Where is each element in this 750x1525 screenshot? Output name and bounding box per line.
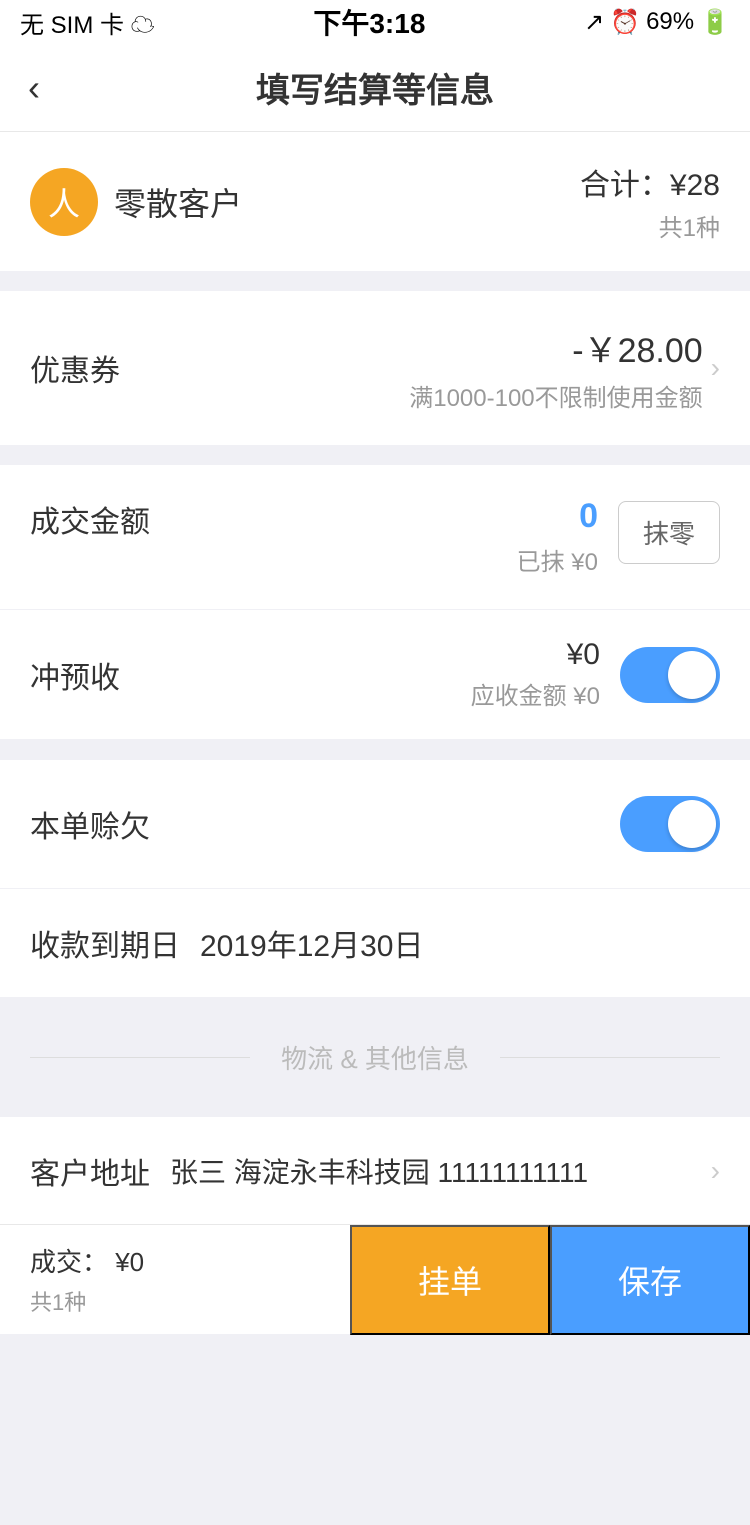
deal-amount-sub: 已抹 ¥0 [517,542,598,577]
battery-text: 69% [646,8,694,36]
credit-toggle[interactable] [620,796,720,852]
battery-icon: 🔋 [700,8,730,37]
coupon-row[interactable]: 优惠券 -￥28.00 满1000-100不限制使用金额 › [0,291,750,445]
address-row[interactable]: 客户地址 张三 海淀永丰科技园 11111111111 › [0,1117,750,1225]
coupon-label: 优惠券 [30,346,120,390]
deal-amount-label: 成交金额 [30,497,150,541]
deal-amount-value: 0 [517,497,598,536]
pre-received-toggle[interactable] [620,647,720,703]
round-zero-button[interactable]: 抹零 [618,501,720,564]
divider-1 [0,271,750,291]
avatar-icon: 人 [48,179,80,225]
address-chevron-icon: › [711,1155,720,1187]
customer-avatar: 人 [30,168,98,236]
logistics-line-left [30,1057,250,1058]
customer-count: 共1种 [580,208,720,243]
bottom-info: 成交： ¥0 共1种 [0,1225,350,1334]
address-left: 客户地址 张三 海淀永丰科技园 11111111111 [30,1149,588,1193]
divider-2 [0,445,750,465]
status-bar: 无 SIM 卡 ☁ 下午3:18 ↗ ⏰ 69% 🔋 [0,0,750,44]
customer-row: 人 零散客户 合计：¥28 共1种 [0,132,750,271]
due-date-label: 收款到期日 [30,921,180,965]
divider-5 [0,1097,750,1117]
customer-left: 人 零散客户 [30,168,242,236]
credit-section: 本单赊欠 收款到期日 2019年12月30日 [0,760,750,997]
divider-3 [0,740,750,760]
pre-received-row: 冲预收 ¥0 应收金额 ¥0 [0,610,750,740]
page-title: 填写结算等信息 [256,63,494,112]
address-value: 张三 海淀永丰科技园 11111111111 [170,1151,588,1191]
pre-right: ¥0 应收金额 ¥0 [471,638,720,711]
logistics-header: 物流 & 其他信息 [0,1017,750,1097]
pre-amount-sub: 应收金额 ¥0 [471,676,600,711]
nav-bar: ‹ 填写结算等信息 [0,44,750,132]
deal-amount-row: 成交金额 0 已抹 ¥0 抹零 [0,465,750,610]
coupon-right: -￥28.00 满1000-100不限制使用金额 › [409,323,720,413]
no-sim-text: 无 SIM 卡 ☁ [20,5,155,40]
status-time: 下午3:18 [313,2,425,42]
pending-button[interactable]: 挂单 [350,1225,550,1335]
coupon-amount: -￥28.00 [572,323,702,372]
credit-row: 本单赊欠 [0,760,750,888]
back-button[interactable]: ‹ [28,67,40,109]
status-left: 无 SIM 卡 ☁ [20,5,155,40]
pre-amount-block: ¥0 应收金额 ¥0 [471,638,600,711]
customer-name: 零散客户 [114,179,242,225]
deal-section: 成交金额 0 已抹 ¥0 抹零 冲预收 ¥0 应收金额 ¥0 [0,465,750,740]
customer-right: 合计：¥28 共1种 [580,160,720,243]
logistics-header-text: 物流 & 其他信息 [281,1039,469,1076]
coupon-value-block: -￥28.00 满1000-100不限制使用金额 [409,323,702,413]
credit-label: 本单赊欠 [30,802,150,846]
logistics-line-right [500,1057,720,1058]
address-label: 客户地址 [30,1149,150,1193]
coupon-section: 优惠券 -￥28.00 满1000-100不限制使用金额 › [0,291,750,445]
save-button[interactable]: 保存 [550,1225,750,1335]
bottom-count-label: 共1种 [30,1285,320,1317]
pre-received-label: 冲预收 [30,653,120,697]
coupon-desc: 满1000-100不限制使用金额 [409,378,702,413]
status-right: ↗ ⏰ 69% 🔋 [584,8,730,37]
location-icon: ↗ [584,8,604,37]
customer-total: 合计：¥28 [580,160,720,204]
coupon-chevron-icon: › [711,352,720,384]
bottom-bar: 成交： ¥0 共1种 挂单 保存 [0,1224,750,1334]
deal-right: 0 已抹 ¥0 抹零 [517,497,720,577]
due-date-value: 2019年12月30日 [200,921,423,965]
alarm-icon: ⏰ [610,8,640,37]
deal-amount-block: 0 已抹 ¥0 [517,497,598,577]
due-date-row: 收款到期日 2019年12月30日 [0,888,750,997]
divider-4 [0,997,750,1017]
pre-amount-value: ¥0 [471,638,600,672]
bottom-deal-label: 成交： ¥0 [30,1242,320,1279]
